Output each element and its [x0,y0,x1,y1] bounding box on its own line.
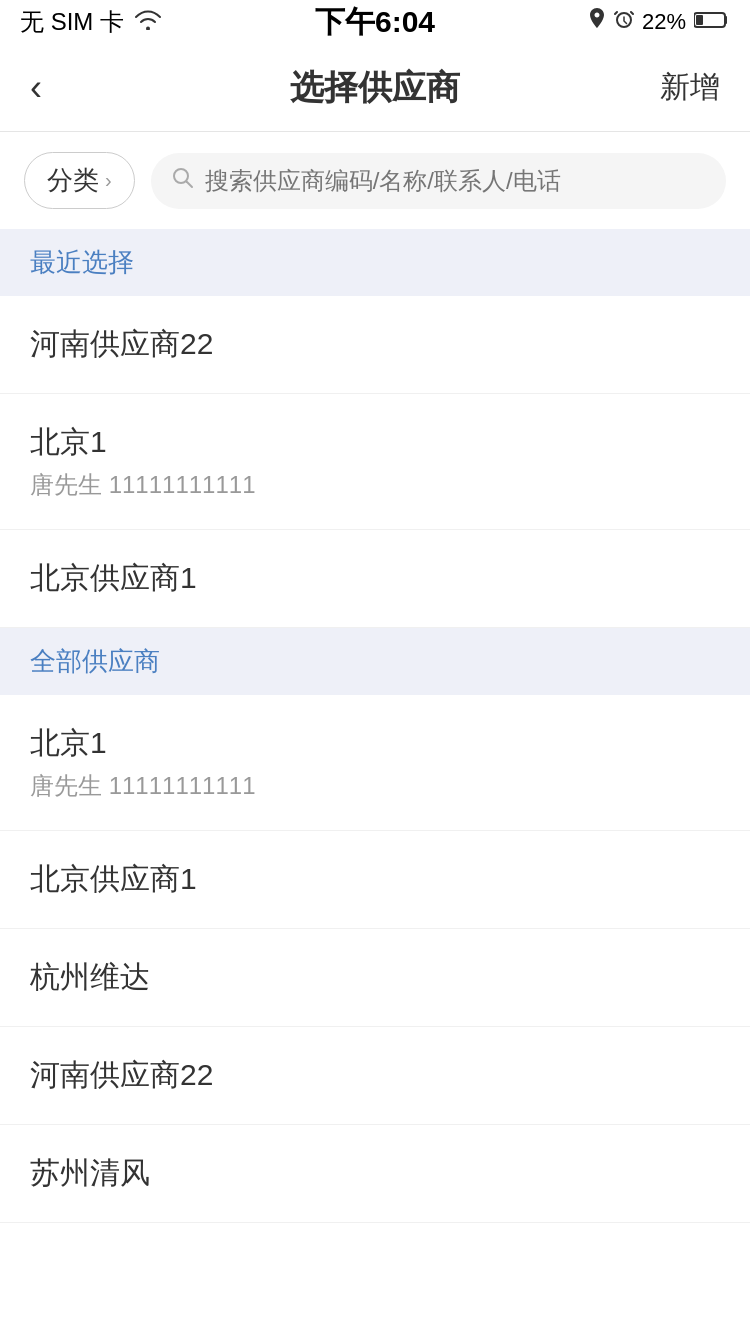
item-name: 北京供应商1 [30,859,720,900]
location-icon [588,8,606,36]
page-title: 选择供应商 [290,65,460,111]
list-item[interactable]: 北京供应商1 [0,831,750,929]
nav-bar: ‹ 选择供应商 新增 [0,44,750,132]
item-name: 北京供应商1 [30,558,720,599]
svg-line-4 [186,181,192,187]
item-name: 河南供应商22 [30,324,720,365]
status-right: 22% [588,8,730,36]
carrier-label: 无 SIM 卡 [20,6,124,38]
status-time: 下午6:04 [315,2,435,43]
status-bar: 无 SIM 卡 下午6:04 22% [0,0,750,44]
add-button[interactable]: 新增 [660,67,720,108]
recent-section-header: 最近选择 [0,229,750,296]
recent-list: 河南供应商22 北京1 唐先生 11111111111 北京供应商1 [0,296,750,628]
item-name: 苏州清风 [30,1153,720,1194]
item-name: 北京1 [30,422,720,463]
list-item[interactable]: 河南供应商22 [0,1027,750,1125]
back-button[interactable]: ‹ [30,67,90,109]
search-icon [171,165,195,197]
item-sub: 唐先生 11111111111 [30,770,720,802]
item-name: 杭州维达 [30,957,720,998]
item-name: 河南供应商22 [30,1055,720,1096]
battery-percent: 22% [642,9,686,35]
status-left: 无 SIM 卡 [20,6,162,38]
item-name: 北京1 [30,723,720,764]
search-input[interactable] [205,167,706,195]
search-bar [151,153,726,209]
filter-row: 分类 › [0,132,750,229]
all-section-header: 全部供应商 [0,628,750,695]
all-list: 北京1 唐先生 11111111111 北京供应商1 杭州维达河南供应商22 苏州清风 [0,695,750,1223]
list-item[interactable]: 北京供应商1 [0,530,750,628]
list-item[interactable]: 苏州清风 [0,1125,750,1223]
chevron-right-icon: › [105,169,112,192]
list-item[interactable]: 杭州维达 [0,929,750,1027]
wifi-icon [134,8,162,36]
list-item[interactable]: 河南供应商22 [0,296,750,394]
svg-rect-2 [696,15,703,25]
all-section-label: 全部供应商 [30,646,160,676]
list-item[interactable]: 北京1 唐先生 11111111111 [0,394,750,530]
recent-section-label: 最近选择 [30,247,134,277]
category-label: 分类 [47,163,99,198]
battery-icon [694,9,730,35]
alarm-icon [614,8,634,36]
item-sub: 唐先生 11111111111 [30,469,720,501]
category-filter[interactable]: 分类 › [24,152,135,209]
list-item[interactable]: 北京1 唐先生 11111111111 [0,695,750,831]
